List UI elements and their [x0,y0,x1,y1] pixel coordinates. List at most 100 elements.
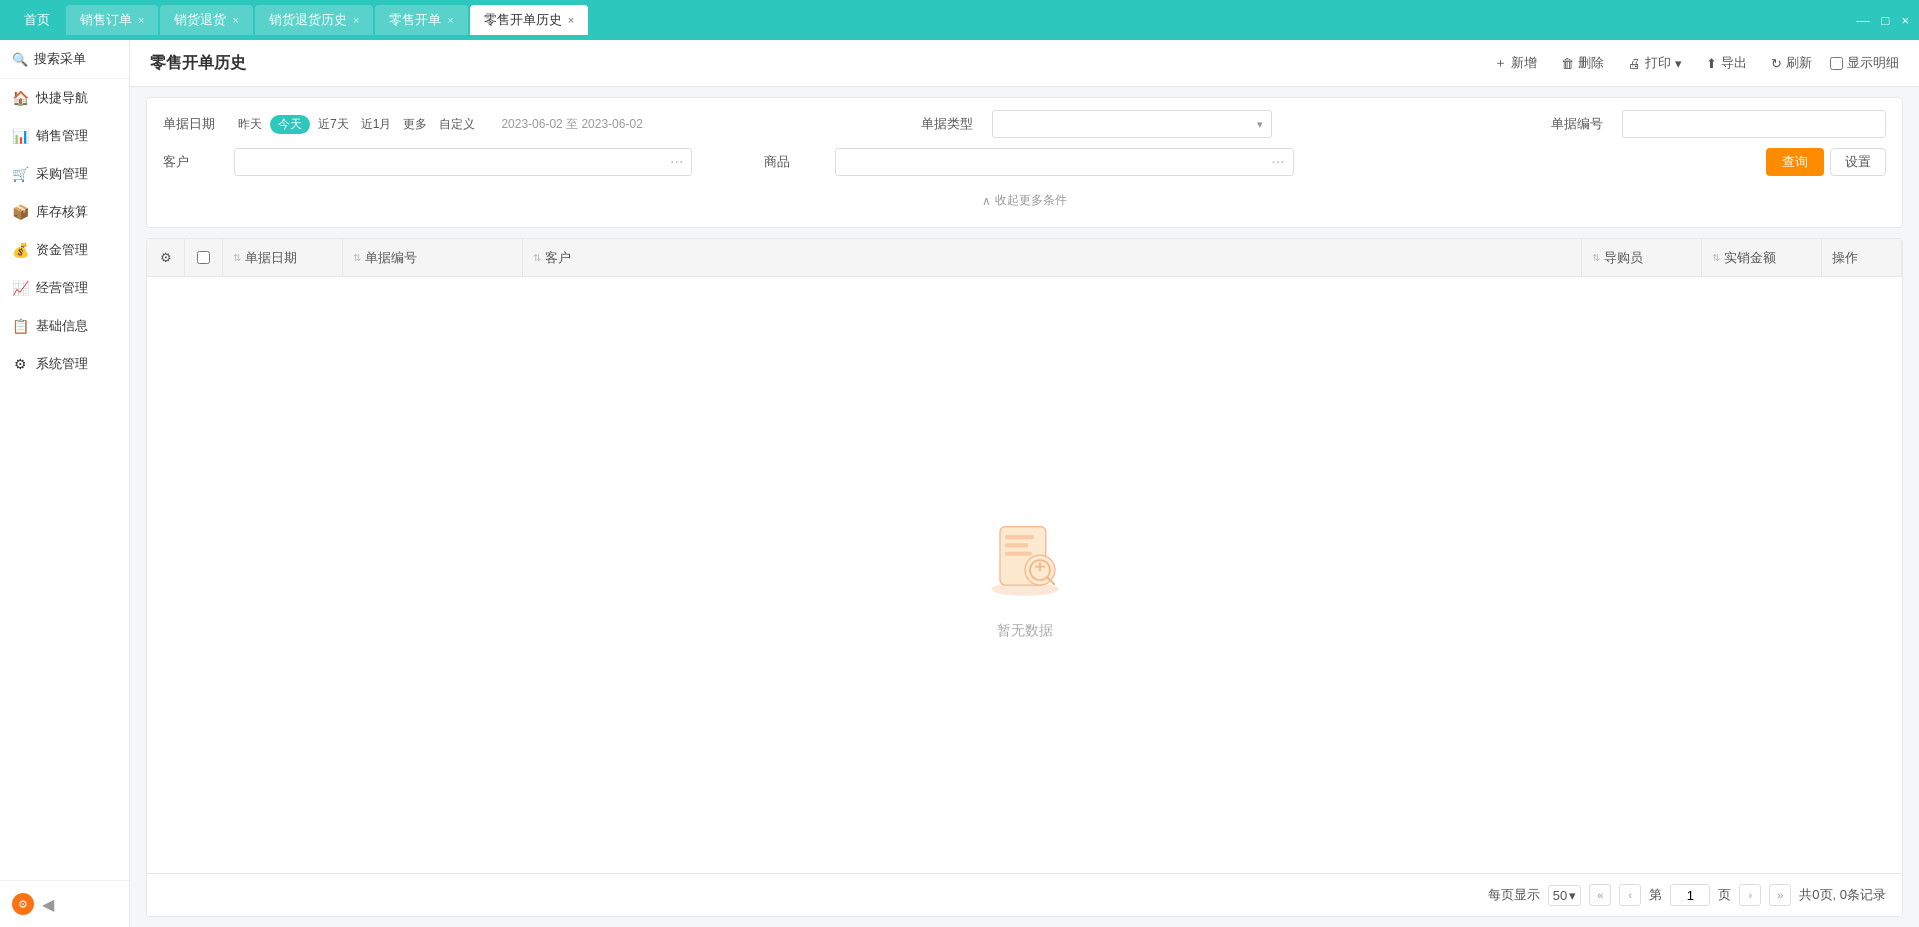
window-close-btn[interactable]: × [1901,13,1909,28]
empty-icon [975,510,1075,610]
tab-home[interactable]: 首页 [10,5,64,35]
pagination: 每页显示 50 ▾ « ‹ 第 页 › » 共0页, 0条记录 [147,873,1902,916]
tab-return-history-close[interactable]: × [353,14,359,26]
sidebar-item-sales[interactable]: 📊 销售管理 [0,117,129,155]
th-order-no-label: 单据编号 [365,249,417,267]
sidebar-item-operations[interactable]: 📈 经营管理 [0,269,129,307]
date-shortcuts: 昨天 今天 近7天 近1月 更多 自定义 [234,115,479,134]
number-filter-input[interactable] [1622,110,1886,138]
page-number-input[interactable] [1670,884,1710,906]
system-icon: ⚙ [12,356,28,372]
per-page-label: 每页显示 [1488,886,1540,904]
tab-retail-close[interactable]: × [447,14,453,26]
sidebar-collapse-btn[interactable]: ◀ [42,895,54,914]
delete-button[interactable]: 🗑 删除 [1555,52,1610,74]
filter-area: 单据日期 昨天 今天 近7天 近1月 更多 自定义 2023-06-02 至 2… [146,97,1903,228]
sidebar-bottom: ⚙ ◀ [0,880,129,927]
tab-return-history-label: 销货退货历史 [269,11,347,29]
tab-retail[interactable]: 零售开单 × [375,5,467,35]
collapse-more-btn[interactable]: ∧ 收起更多条件 [163,186,1886,215]
th-customer-label: 客户 [545,249,571,267]
sidebar-item-base[interactable]: 📋 基础信息 [0,307,129,345]
show-detail-check[interactable]: 显示明细 [1830,54,1899,72]
per-page-select[interactable]: 50 ▾ [1548,885,1581,906]
sidebar-search[interactable]: 🔍 搜索采单 [0,40,129,79]
th-order-no[interactable]: ⇅ 单据编号 [343,239,523,276]
tab-return[interactable]: 销货退货 × [160,5,252,35]
next-page-btn[interactable]: › [1739,884,1761,906]
svg-rect-2 [1005,535,1034,539]
first-page-btn[interactable]: « [1589,884,1611,906]
sidebar-item-sales-label: 销售管理 [36,127,88,145]
settings-filter-button[interactable]: 设置 [1830,148,1886,176]
select-all-checkbox[interactable] [197,251,210,264]
tab-return-history[interactable]: 销货退货历史 × [255,5,373,35]
sidebar-item-purchase[interactable]: 🛒 采购管理 [0,155,129,193]
base-icon: 📋 [12,318,28,334]
settings-btn[interactable]: ⚙ [12,893,34,915]
collapse-label: 收起更多条件 [995,192,1067,209]
customer-filter-input[interactable]: ··· [234,148,692,176]
tab-return-label: 销货退货 [174,11,226,29]
per-page-arrow: ▾ [1569,888,1576,903]
tab-return-close[interactable]: × [232,14,238,26]
date-custom[interactable]: 自定义 [435,115,479,134]
settings-icon: ⚙ [160,250,172,265]
add-button[interactable]: ＋ 新增 [1488,52,1543,74]
search-icon: 🔍 [12,51,28,67]
th-salesperson[interactable]: ⇅ 导购员 [1582,239,1702,276]
sort-salesperson-icon: ⇅ [1592,252,1600,263]
window-min-btn[interactable]: — [1857,13,1870,28]
th-date[interactable]: ⇅ 单据日期 [223,239,343,276]
export-label: 导出 [1721,54,1747,72]
date-7days[interactable]: 近7天 [314,115,353,134]
th-settings[interactable]: ⚙ [147,239,185,276]
date-today[interactable]: 今天 [270,115,310,134]
last-page-btn[interactable]: » [1769,884,1791,906]
date-yesterday[interactable]: 昨天 [234,115,266,134]
sidebar-item-finance-label: 资金管理 [36,241,88,259]
show-detail-checkbox[interactable] [1830,57,1843,70]
query-button[interactable]: 查询 [1766,148,1824,176]
type-filter-select[interactable]: ▾ [992,110,1272,138]
sidebar-item-finance[interactable]: 💰 资金管理 [0,231,129,269]
date-more[interactable]: 更多 [399,115,431,134]
print-button[interactable]: 🖨 打印 ▾ [1622,52,1688,74]
add-icon: ＋ [1494,54,1507,72]
show-detail-label: 显示明细 [1847,54,1899,72]
goods-filter-input[interactable]: ··· [835,148,1293,176]
tab-retail-history-close[interactable]: × [568,14,574,26]
inventory-icon: 📦 [12,204,28,220]
tab-sales-order-close[interactable]: × [138,14,144,26]
export-button[interactable]: ⬆ 导出 [1700,52,1753,74]
content-area: 零售开单历史 ＋ 新增 🗑 删除 🖨 打印 ▾ ⬆ 导出 [130,40,1919,927]
th-customer[interactable]: ⇅ 客户 [523,239,1582,276]
sidebar-item-nav[interactable]: 🏠 快捷导航 [0,79,129,117]
tab-sales-order-label: 销售订单 [80,11,132,29]
sidebar-item-inventory-label: 库存核算 [36,203,88,221]
refresh-icon: ↻ [1771,56,1782,71]
export-icon: ⬆ [1706,56,1717,71]
sidebar-item-base-label: 基础信息 [36,317,88,335]
sidebar-item-inventory[interactable]: 📦 库存核算 [0,193,129,231]
type-filter-label: 单据类型 [921,115,976,133]
sort-customer-icon: ⇅ [533,252,541,263]
tab-home-label: 首页 [24,11,50,29]
sidebar-item-system[interactable]: ⚙ 系统管理 [0,345,129,383]
date-1month[interactable]: 近1月 [357,115,396,134]
sidebar-item-purchase-label: 采购管理 [36,165,88,183]
th-salesperson-label: 导购员 [1604,249,1643,267]
refresh-button[interactable]: ↻ 刷新 [1765,52,1818,74]
tab-retail-history[interactable]: 零售开单历史 × [470,5,588,35]
th-checkbox[interactable] [185,239,223,276]
sidebar-search-label: 搜索采单 [34,50,86,68]
print-label: 打印 [1645,54,1671,72]
goods-filter-label: 商品 [764,153,819,171]
top-bar: 首页 销售订单 × 销货退货 × 销货退货历史 × 零售开单 × 零售开单历史 … [0,0,1919,40]
collapse-arrow: ∧ [982,194,991,208]
per-page-value: 50 [1553,888,1567,903]
tab-sales-order[interactable]: 销售订单 × [66,5,158,35]
th-action: 操作 [1822,239,1902,276]
window-max-btn[interactable]: □ [1882,13,1890,28]
prev-page-btn[interactable]: ‹ [1619,884,1641,906]
